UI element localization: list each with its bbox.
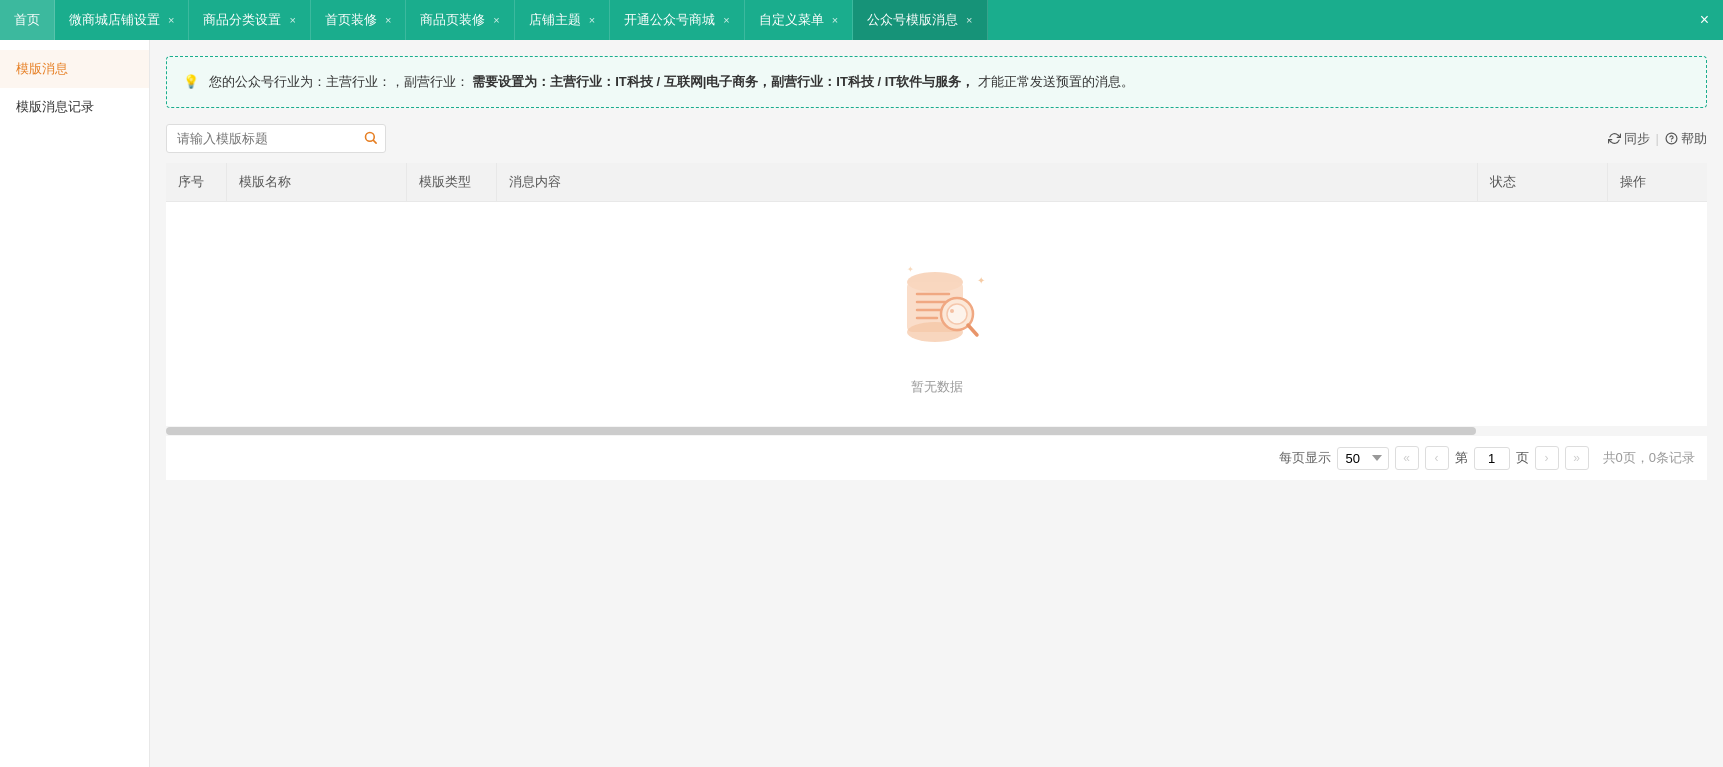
table-header-row: 序号 模版名称 模版类型 消息内容 状态 [166, 163, 1707, 202]
close-template-msg-icon[interactable]: × [966, 15, 972, 26]
next-page-button[interactable]: › [1535, 446, 1559, 470]
toolbar-right: 同步 | 帮助 [1608, 130, 1707, 148]
global-close-button[interactable]: × [1686, 0, 1723, 40]
nav-item-custom-menu[interactable]: 自定义菜单 × [745, 0, 853, 40]
close-shop-theme-icon[interactable]: × [589, 15, 595, 26]
col-header-index: 序号 [166, 163, 226, 202]
pipe-divider: | [1656, 131, 1659, 146]
search-wrap [166, 124, 386, 153]
top-nav: 首页 微商城店铺设置 × 商品分类设置 × 首页装修 × 商品页装修 × 店铺主… [0, 0, 1723, 40]
nav-item-home[interactable]: 首页 [0, 0, 55, 40]
page-input[interactable] [1474, 447, 1510, 470]
scroll-thumb[interactable] [166, 427, 1476, 435]
pagination-bar: 每页显示 10 20 50 100 « ‹ 第 页 › [166, 436, 1707, 480]
svg-point-14 [950, 309, 954, 313]
nav-item-product-decor[interactable]: 商品页装修 × [406, 0, 514, 40]
sync-icon [1608, 132, 1621, 145]
close-custom-menu-icon[interactable]: × [832, 15, 838, 26]
next-page-icon: › [1545, 451, 1549, 465]
empty-icon: ✦ ✦ [877, 242, 997, 362]
nav-label-wechat-shop: 微商城店铺设置 [69, 11, 160, 29]
nav-label-product-decor: 商品页装修 [420, 11, 485, 29]
search-icon [363, 130, 378, 145]
col-header-action: 操作 [1607, 163, 1707, 202]
col-header-content: 消息内容 [496, 163, 1477, 202]
svg-text:✦: ✦ [977, 275, 985, 286]
per-page-label: 每页显示 [1279, 449, 1331, 467]
col-header-status: 状态 [1477, 163, 1607, 202]
search-input[interactable] [166, 124, 386, 153]
notice-box: 💡 您的公众号行业为：主营行业：，副营行业： 需要设置为：主营行业：IT科技 /… [166, 56, 1707, 108]
per-page-select[interactable]: 10 20 50 100 [1337, 447, 1389, 470]
main-layout: 模版消息 模版消息记录 💡 您的公众号行业为：主营行业：，副营行业： 需要设置为… [0, 40, 1723, 767]
scroll-track[interactable] [166, 426, 1707, 436]
page-unit: 页 [1516, 449, 1529, 467]
first-page-button[interactable]: « [1395, 446, 1419, 470]
help-label: 帮助 [1681, 130, 1707, 148]
nav-label-open-mall: 开通公众号商城 [624, 11, 715, 29]
prev-page-icon: ‹ [1435, 451, 1439, 465]
nav-item-open-mall[interactable]: 开通公众号商城 × [610, 0, 744, 40]
last-page-button[interactable]: » [1565, 446, 1589, 470]
nav-label-home-decor: 首页装修 [325, 11, 377, 29]
sidebar-label-template-message: 模版消息 [16, 61, 68, 76]
notice-bulb-icon: 💡 [183, 74, 199, 89]
nav-item-shop-theme[interactable]: 店铺主题 × [515, 0, 610, 40]
close-wechat-shop-icon[interactable]: × [168, 15, 174, 26]
close-open-mall-icon[interactable]: × [723, 15, 729, 26]
first-page-icon: « [1403, 451, 1410, 465]
sidebar-label-template-message-log: 模版消息记录 [16, 99, 94, 114]
help-icon [1665, 132, 1678, 145]
nav-label-template-msg: 公众号模版消息 [867, 11, 958, 29]
toolbar: 同步 | 帮助 [166, 124, 1707, 153]
sidebar-item-template-message[interactable]: 模版消息 [0, 50, 149, 88]
nav-item-wechat-shop[interactable]: 微商城店铺设置 × [55, 0, 189, 40]
close-product-category-icon[interactable]: × [289, 15, 295, 26]
empty-state-row: ✦ ✦ 暂无数据 [166, 202, 1707, 427]
svg-line-1 [373, 140, 376, 143]
help-button[interactable]: 帮助 [1665, 130, 1707, 148]
nav-item-home-decor[interactable]: 首页装修 × [311, 0, 406, 40]
nav-label-custom-menu: 自定义菜单 [759, 11, 824, 29]
svg-text:✦: ✦ [907, 265, 914, 274]
last-page-icon: » [1573, 451, 1580, 465]
sidebar: 模版消息 模版消息记录 [0, 40, 150, 767]
prev-page-button[interactable]: ‹ [1425, 446, 1449, 470]
svg-line-13 [968, 325, 977, 335]
svg-point-12 [947, 304, 967, 324]
sidebar-item-template-message-log[interactable]: 模版消息记录 [0, 88, 149, 126]
nav-label-product-category: 商品分类设置 [203, 11, 281, 29]
close-product-decor-icon[interactable]: × [493, 15, 499, 26]
col-header-type: 模版类型 [406, 163, 496, 202]
sync-button[interactable]: 同步 [1608, 130, 1650, 148]
total-info: 共0页，0条记录 [1603, 449, 1695, 467]
nav-label-home: 首页 [14, 11, 40, 29]
global-close-icon: × [1700, 11, 1709, 29]
table-wrapper: 序号 模版名称 模版类型 消息内容 状态 [166, 163, 1707, 480]
page-label: 第 [1455, 449, 1468, 467]
empty-illustration: ✦ ✦ [877, 242, 997, 362]
empty-text: 暂无数据 [166, 378, 1707, 396]
col-header-name: 模版名称 [226, 163, 406, 202]
data-table: 序号 模版名称 模版类型 消息内容 状态 [166, 163, 1707, 426]
notice-suffix: 才能正常发送预置的消息。 [978, 74, 1134, 89]
nav-item-product-category[interactable]: 商品分类设置 × [189, 0, 310, 40]
content-area: 💡 您的公众号行业为：主营行业：，副营行业： 需要设置为：主营行业：IT科技 /… [150, 40, 1723, 767]
notice-prefix: 您的公众号行业为：主营行业：，副营行业： [209, 74, 469, 89]
nav-item-template-msg[interactable]: 公众号模版消息 × [853, 0, 987, 40]
notice-highlight: 需要设置为：主营行业：IT科技 / 互联网|电子商务，副营行业：IT科技 / I… [472, 74, 974, 89]
empty-state: ✦ ✦ 暂无数据 [166, 202, 1707, 426]
close-home-decor-icon[interactable]: × [385, 15, 391, 26]
search-button[interactable] [363, 130, 378, 148]
sync-label: 同步 [1624, 130, 1650, 148]
nav-label-shop-theme: 店铺主题 [529, 11, 581, 29]
